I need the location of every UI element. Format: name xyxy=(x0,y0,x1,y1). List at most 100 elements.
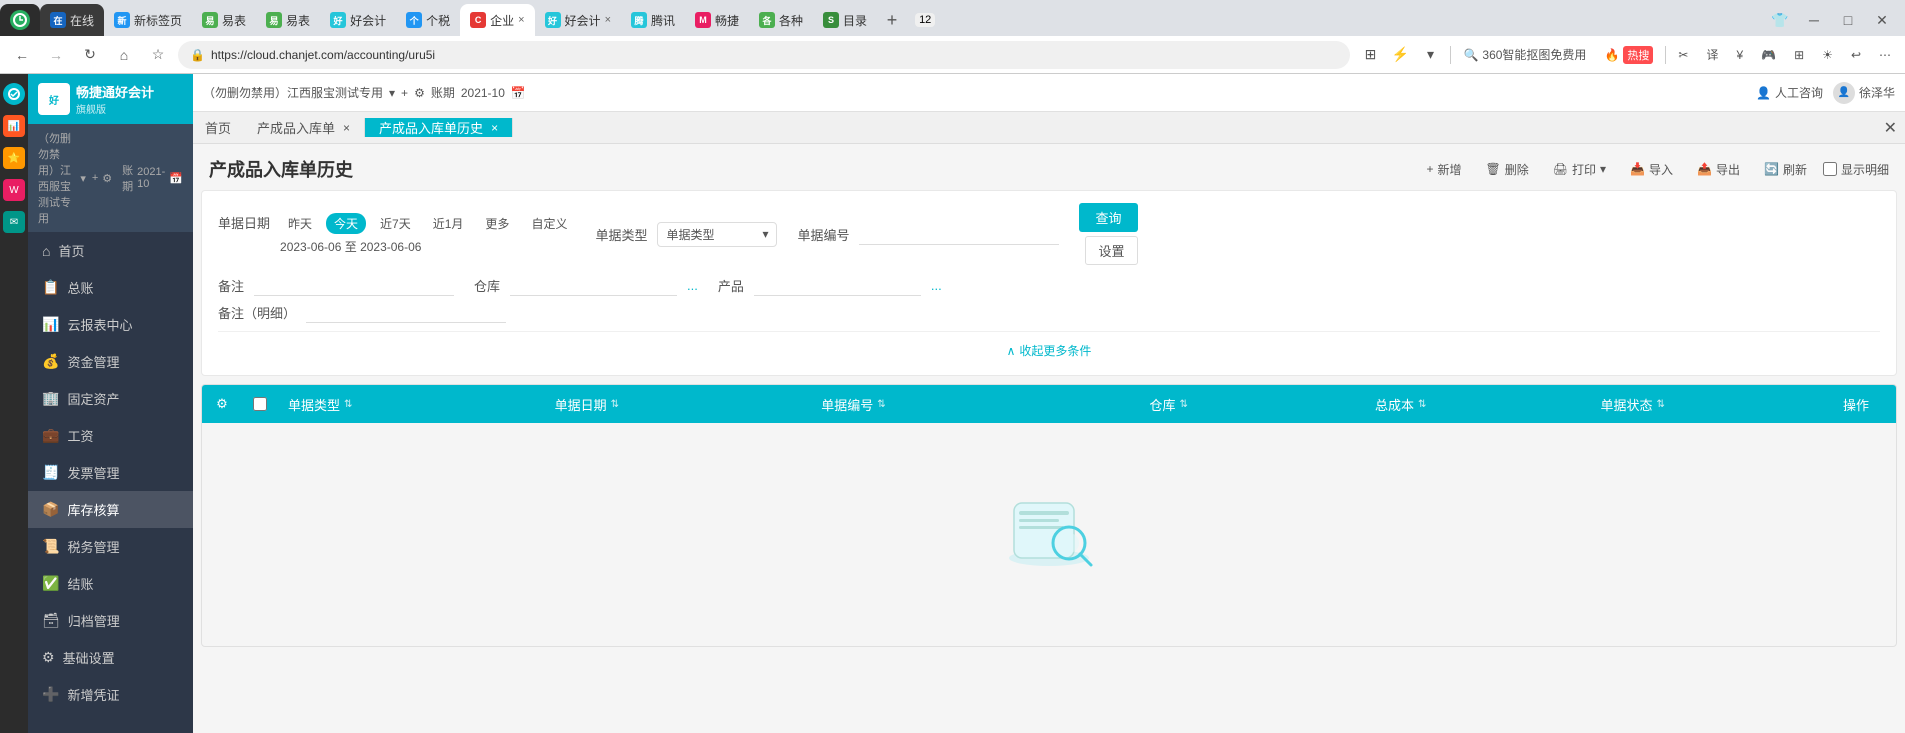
theme-button[interactable]: ☀ xyxy=(1816,46,1839,64)
date-btn-yesterday[interactable]: 昨天 xyxy=(280,213,320,234)
type-filter-select[interactable]: 单据类型 ▾ xyxy=(657,222,777,247)
scissors-button[interactable]: ✂ xyxy=(1672,46,1694,64)
restore-button[interactable]: □ xyxy=(1833,6,1863,34)
sidebar-item-checkout[interactable]: ✅ 结账 xyxy=(28,565,193,602)
remark-filter-input[interactable] xyxy=(254,275,454,296)
sidebar-item-funds[interactable]: 💰 资金管理 xyxy=(28,343,193,380)
date-btn-1month[interactable]: 近1月 xyxy=(425,213,472,234)
grid-button[interactable]: ⊞ xyxy=(1788,46,1810,64)
nav-icon-3[interactable]: W xyxy=(2,178,26,202)
tab-gezhong[interactable]: 各 各种 xyxy=(749,4,813,36)
tab-mulu[interactable]: S 目录 xyxy=(813,4,877,36)
address-input[interactable]: 🔒 https://cloud.chanjet.com/accounting/u… xyxy=(178,41,1350,69)
minimize-button[interactable]: ─ xyxy=(1799,6,1829,34)
nav-icon-2[interactable]: ⭐ xyxy=(2,146,26,170)
tab-tengxun[interactable]: 腾 腾讯 xyxy=(621,4,685,36)
print-button[interactable]: 🖨 打印 ▾ xyxy=(1545,158,1614,181)
tab-haokuai2[interactable]: 好 好会计 × xyxy=(535,4,621,36)
page-tab-close-icon[interactable]: × xyxy=(343,121,350,135)
new-button[interactable]: + 新增 xyxy=(1419,158,1470,181)
refresh-button[interactable]: ↻ xyxy=(76,41,104,69)
tab-new[interactable]: 新 新标签页 xyxy=(104,4,192,36)
add-period-btn[interactable]: + xyxy=(401,86,408,100)
back-button[interactable]: ← xyxy=(8,41,36,69)
warehouse-filter-input[interactable] xyxy=(510,275,677,296)
settings-button[interactable]: ⋯ xyxy=(1873,46,1897,64)
dropdown-icon[interactable]: ▾ xyxy=(389,86,395,100)
th-type[interactable]: 单据类型 ⇅ xyxy=(278,395,545,414)
tab-haokuai1[interactable]: 好 好会计 xyxy=(320,4,396,36)
sidebar-company[interactable]: （勿删勿禁用）江西服宝测试专用 ▾ + ⚙ 账期 2021-10 📅 xyxy=(28,124,193,232)
undo-button[interactable]: ↩ xyxy=(1845,46,1867,64)
tab-special[interactable] xyxy=(0,4,40,36)
tab-geshui[interactable]: 个 个税 xyxy=(396,4,460,36)
bookmark-button[interactable]: ☆ xyxy=(144,41,172,69)
tab-yibiao1[interactable]: 易 易表 xyxy=(192,4,256,36)
th-num[interactable]: 单据编号 ⇅ xyxy=(811,395,1139,414)
home-button[interactable]: ⌂ xyxy=(110,41,138,69)
sidebar-item-new-voucher[interactable]: ➕ 新增凭证 xyxy=(28,676,193,713)
settings-icon2[interactable]: ⚙ xyxy=(414,86,425,100)
tab-changjie[interactable]: M 畅捷 xyxy=(685,4,749,36)
product-filter-input[interactable] xyxy=(754,275,921,296)
filter-settings-button[interactable]: 设置 xyxy=(1085,236,1137,265)
th-checkbox[interactable] xyxy=(242,397,278,411)
th-date[interactable]: 单据日期 ⇅ xyxy=(545,395,812,414)
th-warehouse[interactable]: 仓库 ⇅ xyxy=(1139,395,1365,414)
dropdown-button[interactable]: ▾ xyxy=(1416,41,1444,69)
translate-button[interactable]: 译 xyxy=(1700,44,1724,65)
calendar-icon[interactable]: 📅 xyxy=(169,172,183,185)
refresh-button[interactable]: 🔄 刷新 xyxy=(1756,158,1815,181)
calendar-icon2[interactable]: 📅 xyxy=(511,86,526,100)
tab-close-icon[interactable]: × xyxy=(518,14,524,26)
sidebar-item-archive[interactable]: 🗃 归档管理 xyxy=(28,602,193,639)
main-close-button[interactable]: ✕ xyxy=(1876,118,1905,138)
close-button[interactable]: ✕ xyxy=(1867,6,1897,34)
lightning-button[interactable]: ⚡ xyxy=(1386,41,1414,69)
sidebar-item-inventory[interactable]: 📦 库存核算 xyxy=(28,491,193,528)
yuan-button[interactable]: ¥ xyxy=(1730,46,1749,64)
remark-detail-filter-input[interactable] xyxy=(306,302,506,323)
date-btn-7days[interactable]: 近7天 xyxy=(372,213,419,234)
settings-icon[interactable]: ⚙ xyxy=(102,172,112,185)
page-tab-history-close-icon[interactable]: × xyxy=(491,121,498,135)
page-tab-history[interactable]: 产成品入库单历史 × xyxy=(365,118,513,137)
th-settings[interactable]: ⚙ xyxy=(202,396,242,412)
sidebar-item-fixed-assets[interactable]: 🏢 固定资产 xyxy=(28,380,193,417)
sidebar-item-tax[interactable]: 📜 税务管理 xyxy=(28,528,193,565)
th-status[interactable]: 单据状态 ⇅ xyxy=(1590,395,1816,414)
tab-close-icon[interactable]: × xyxy=(605,14,611,26)
nav-icon-4[interactable]: ✉ xyxy=(2,210,26,234)
sidebar-item-ledger[interactable]: 📋 总账 xyxy=(28,269,193,306)
user-avatar[interactable]: 👤 徐泽华 xyxy=(1833,82,1895,104)
breadcrumb-home[interactable]: 首页 xyxy=(193,112,243,143)
shirt-icon[interactable]: 👕 xyxy=(1765,6,1795,34)
user-service-btn[interactable]: 👤 人工咨询 xyxy=(1756,84,1823,101)
date-btn-custom[interactable]: 自定义 xyxy=(523,213,575,234)
sidebar-item-reports[interactable]: 📊 云报表中心 xyxy=(28,306,193,343)
collapse-button[interactable]: ∧ 收起更多条件 xyxy=(1007,342,1092,359)
sidebar-item-payroll[interactable]: 💼 工资 xyxy=(28,417,193,454)
import-button[interactable]: 📥 导入 xyxy=(1622,158,1681,181)
sidebar-item-settings[interactable]: ⚙ 基础设置 xyxy=(28,639,193,676)
new-tab-button[interactable]: + xyxy=(877,4,907,36)
sidebar-item-invoice[interactable]: 🧾 发票管理 xyxy=(28,454,193,491)
th-cost[interactable]: 总成本 ⇅ xyxy=(1365,395,1591,414)
select-all-checkbox[interactable] xyxy=(253,397,267,411)
show-detail-checkbox[interactable] xyxy=(1823,162,1837,176)
tab-zaixin[interactable]: 在 在线 xyxy=(40,4,104,36)
warehouse-dots[interactable]: ... xyxy=(687,278,698,293)
export-button[interactable]: 📤 导出 xyxy=(1689,158,1748,181)
tab-yibiao2[interactable]: 易 易表 xyxy=(256,4,320,36)
product-dots[interactable]: ... xyxy=(931,278,942,293)
forward-button[interactable]: → xyxy=(42,41,70,69)
query-button[interactable]: 查询 xyxy=(1079,203,1137,232)
sidebar-item-home[interactable]: ⌂ 首页 xyxy=(28,232,193,269)
date-btn-today[interactable]: 今天 xyxy=(326,213,366,234)
num-filter-input[interactable] xyxy=(859,224,1059,245)
search-toolbar[interactable]: 🔍 360智能抠图免费用 xyxy=(1457,44,1592,65)
add-icon[interactable]: + xyxy=(92,172,98,184)
tab-qiye[interactable]: C 企业 × xyxy=(460,4,534,36)
delete-button[interactable]: 🗑 删除 xyxy=(1478,158,1537,181)
app-logo[interactable] xyxy=(2,82,26,106)
